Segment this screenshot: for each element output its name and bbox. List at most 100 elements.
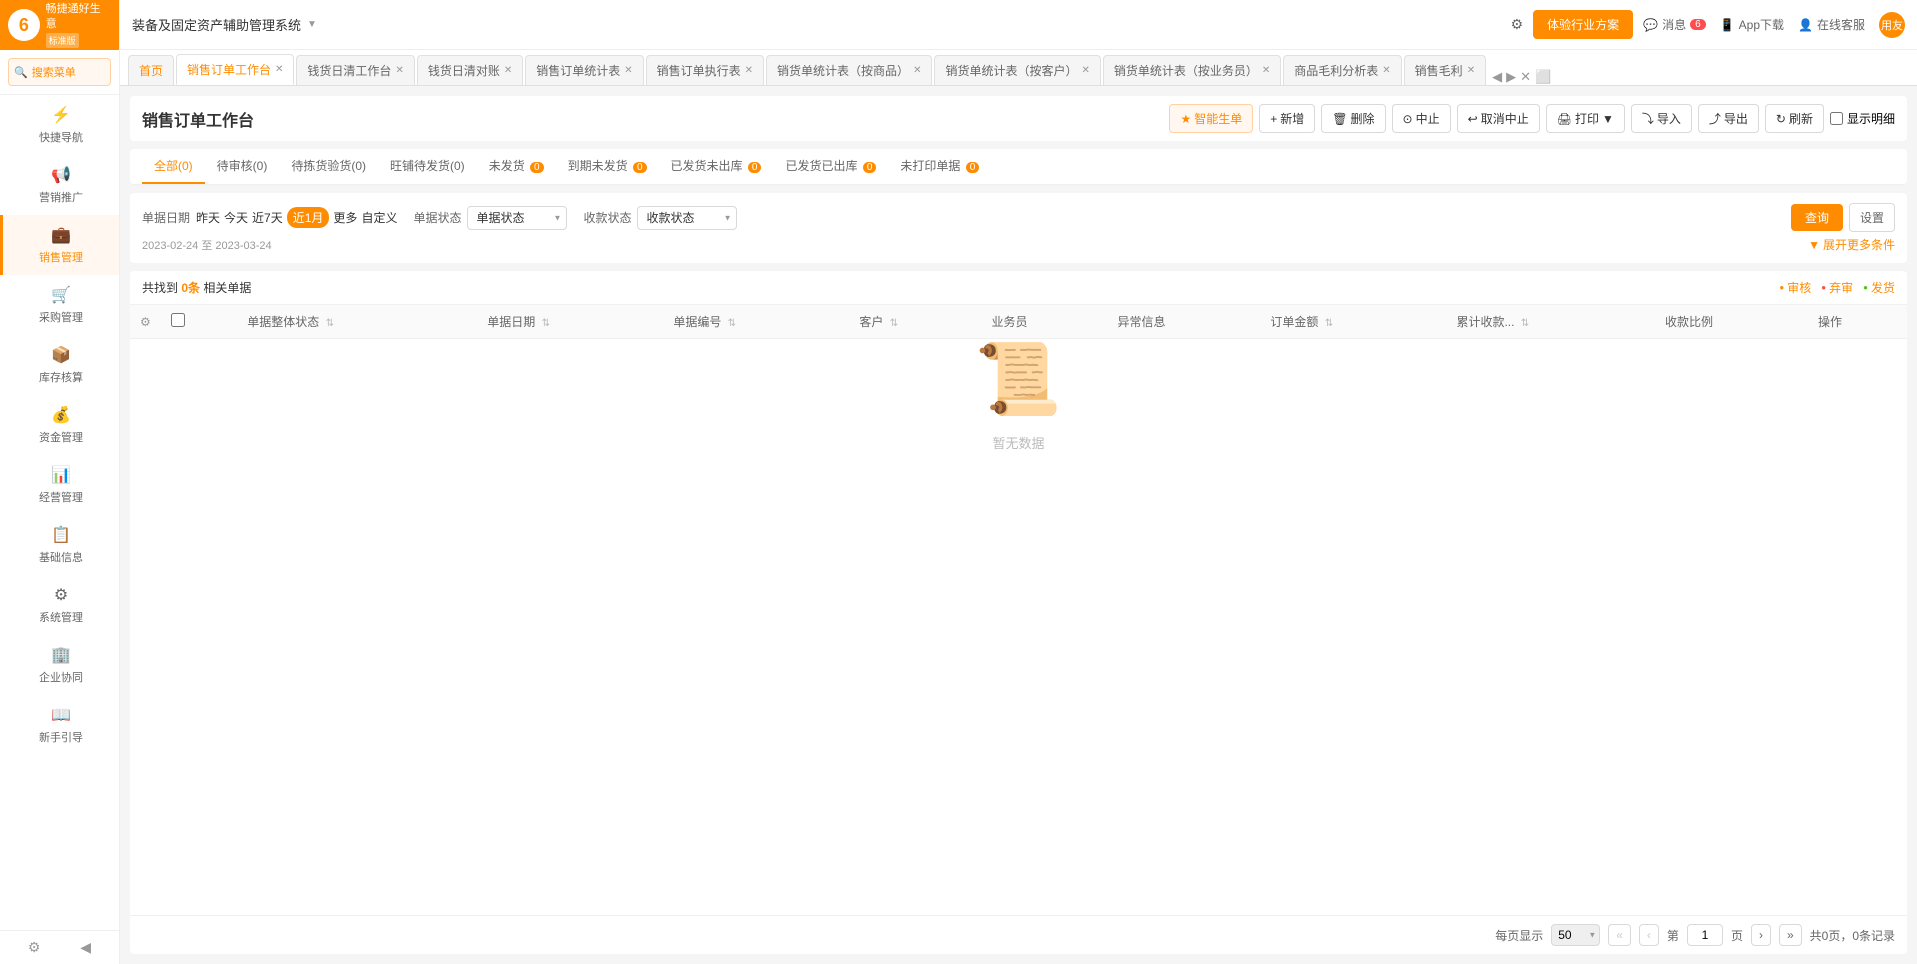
user-button[interactable]: 用友 xyxy=(1879,12,1905,38)
cancel-stop-button[interactable]: ↩ 取消中止 xyxy=(1457,104,1540,133)
message-button[interactable]: 💬 消息 6 xyxy=(1643,16,1706,33)
per-page-select-wrap: 10 20 50 100 xyxy=(1551,924,1600,946)
search-menu-button[interactable]: 🔍 搜索菜单 xyxy=(8,58,111,86)
refresh-button[interactable]: ↻ 刷新 xyxy=(1765,104,1824,133)
tab-maximize-button[interactable]: ⬜ xyxy=(1535,69,1551,85)
ship-action-link[interactable]: 发货 xyxy=(1863,279,1895,296)
smart-gen-button[interactable]: ★ 智能生单 xyxy=(1169,104,1253,133)
delete-button[interactable]: 🗑 删除 xyxy=(1321,104,1385,133)
stop-button[interactable]: ⊙ 中止 xyxy=(1392,104,1451,133)
tab-cash-clear[interactable]: 钱货日清工作台 ✕ xyxy=(296,55,414,85)
online-service-button[interactable]: 👤 在线客服 xyxy=(1798,16,1865,33)
tab-next-button[interactable]: ▶ xyxy=(1506,69,1516,85)
tab-home[interactable]: 首页 xyxy=(128,55,174,85)
tab-sales-exec[interactable]: 销售订单执行表 ✕ xyxy=(646,55,764,85)
tab-close-sales-stats-staff[interactable]: ✕ xyxy=(1262,65,1270,76)
print-button[interactable]: 🖨 打印 ▼ xyxy=(1546,104,1625,133)
sub-tab-pending-inspect[interactable]: 待拣货验货(0) xyxy=(279,149,378,184)
tab-sales-stats[interactable]: 销售订单统计表 ✕ xyxy=(525,55,643,85)
filter-date-yesterday[interactable]: 昨天 xyxy=(196,209,220,226)
show-detail-checkbox[interactable] xyxy=(1830,112,1843,125)
filter-status-select[interactable]: 单据状态 xyxy=(467,206,567,230)
sidebar-item-guide[interactable]: 📖 新手引导 xyxy=(0,695,119,755)
export-button[interactable]: ⤴ 导出 xyxy=(1698,104,1759,133)
sidebar-item-enterprise[interactable]: 🏢 企业协同 xyxy=(0,635,119,695)
status-sort-icon[interactable]: ⇅ xyxy=(326,318,334,329)
tab-close-cash-clear[interactable]: ✕ xyxy=(395,65,403,76)
amount-sort-icon[interactable]: ⇅ xyxy=(1325,318,1333,329)
sidebar-item-purchase[interactable]: 🛒 采购管理 xyxy=(0,275,119,335)
tab-sales-stats-customer[interactable]: 销货单统计表（按客户） ✕ xyxy=(934,55,1100,85)
tab-close-sales-workbench[interactable]: ✕ xyxy=(275,64,283,75)
filter-setting-button[interactable]: 设置 xyxy=(1849,203,1895,232)
page-number-input[interactable] xyxy=(1687,924,1723,946)
sidebar-item-marketing[interactable]: 📢 营销推广 xyxy=(0,155,119,215)
per-page-select[interactable]: 10 20 50 100 xyxy=(1551,924,1600,946)
tab-product-margin[interactable]: 商品毛利分析表 ✕ xyxy=(1283,55,1401,85)
tab-close-sales-revenue[interactable]: ✕ xyxy=(1467,65,1475,76)
sub-tab-shipped-out[interactable]: 已发货已出库 0 xyxy=(773,149,888,184)
enterprise-icon: 🏢 xyxy=(51,645,71,665)
filter-payment-select[interactable]: 收款状态 xyxy=(637,206,737,230)
tab-sales-revenue[interactable]: 销售毛利 ✕ xyxy=(1404,55,1486,85)
sidebar-item-sales[interactable]: 💼 销售管理 xyxy=(0,215,119,275)
add-button[interactable]: + 新增 xyxy=(1259,104,1315,133)
footer-collapse-icon[interactable]: ◀ xyxy=(80,939,91,956)
expand-conditions-button[interactable]: ▼ 展开更多条件 xyxy=(1808,236,1895,253)
next-page-button[interactable]: › xyxy=(1751,924,1771,946)
filter-date-7days[interactable]: 近7天 xyxy=(252,209,283,226)
footer-settings-icon[interactable]: ⚙ xyxy=(28,939,41,956)
select-all-checkbox[interactable] xyxy=(171,313,185,327)
tab-prev-button[interactable]: ◀ xyxy=(1492,69,1502,85)
sidebar-item-finance[interactable]: 💰 资金管理 xyxy=(0,395,119,455)
tab-close-product-margin[interactable]: ✕ xyxy=(1382,65,1390,76)
review-action-link[interactable]: 审核 xyxy=(1779,279,1811,296)
sub-tab-not-printed[interactable]: 未打印单据 0 xyxy=(888,149,991,184)
tab-sales-workbench[interactable]: 销售订单工作台 ✕ xyxy=(176,54,294,85)
sidebar-item-operations[interactable]: 📊 经营管理 xyxy=(0,455,119,515)
sub-tab-expired[interactable]: 到期未发货 0 xyxy=(556,149,659,184)
tab-close-sales-stats[interactable]: ✕ xyxy=(624,65,632,76)
filter-date-1month[interactable]: 近1月 xyxy=(287,207,330,228)
sub-tab-all[interactable]: 全部(0) xyxy=(142,149,205,184)
sub-tab-not-shipped[interactable]: 未发货 0 xyxy=(477,149,556,184)
tab-close-sales-stats-customer[interactable]: ✕ xyxy=(1081,65,1089,76)
solution-button[interactable]: 体验行业方案 xyxy=(1533,10,1633,39)
sub-tab-wangpu[interactable]: 旺铺待发货(0) xyxy=(378,149,477,184)
tab-close-all-button[interactable]: ✕ xyxy=(1520,69,1531,85)
date-sort-icon[interactable]: ⇅ xyxy=(542,318,550,329)
prev-page-button[interactable]: ‹ xyxy=(1639,924,1659,946)
topbar-gear-icon[interactable]: ⚙ xyxy=(1511,16,1524,33)
marketing-icon: 📢 xyxy=(51,165,71,185)
sidebar-item-basic-info[interactable]: 📋 基础信息 xyxy=(0,515,119,575)
customer-sort-icon[interactable]: ⇅ xyxy=(890,318,898,329)
filter-date-more[interactable]: 更多 xyxy=(333,209,357,226)
show-detail-label[interactable]: 显示明细 xyxy=(1830,110,1895,127)
tab-cash-reconcile[interactable]: 钱货日清对账 ✕ xyxy=(417,55,523,85)
sidebar-item-system[interactable]: ⚙ 系统管理 xyxy=(0,575,119,635)
sidebar-item-inventory[interactable]: 📦 库存核算 xyxy=(0,335,119,395)
cancel-review-action-link[interactable]: 弃审 xyxy=(1821,279,1853,296)
tab-close-cash-reconcile[interactable]: ✕ xyxy=(504,65,512,76)
first-page-button[interactable]: « xyxy=(1608,924,1631,946)
sub-tab-shipped-not-out[interactable]: 已发货未出库 0 xyxy=(659,149,774,184)
tab-close-sales-stats-product[interactable]: ✕ xyxy=(913,65,921,76)
app-download-button[interactable]: 📱 App下载 xyxy=(1720,16,1784,33)
table-scroll-container[interactable]: ⚙ 单据整体状态 ⇅ 单据日期 ⇅ xyxy=(130,305,1907,915)
topbar-dropdown-icon[interactable]: ▼ xyxy=(307,19,317,30)
query-button[interactable]: 查询 xyxy=(1791,204,1843,231)
import-button[interactable]: ⤵ 导入 xyxy=(1631,104,1692,133)
number-sort-icon[interactable]: ⇅ xyxy=(728,318,736,329)
sidebar-item-quick-nav[interactable]: ⚡ 快捷导航 xyxy=(0,95,119,155)
last-page-button[interactable]: » xyxy=(1779,924,1802,946)
tab-sales-stats-product[interactable]: 销货单统计表（按商品） ✕ xyxy=(766,55,932,85)
tab-sales-stats-staff[interactable]: 销货单统计表（按业务员） ✕ xyxy=(1103,55,1281,85)
sub-tab-pending-review[interactable]: 待审核(0) xyxy=(205,149,280,184)
filter-date-custom[interactable]: 自定义 xyxy=(361,209,397,226)
tab-close-sales-exec[interactable]: ✕ xyxy=(745,65,753,76)
collected-sort-icon[interactable]: ⇅ xyxy=(1521,318,1529,329)
column-settings-icon[interactable]: ⚙ xyxy=(140,315,151,329)
empty-illustration: 📜 xyxy=(975,339,1062,421)
filter-date-today[interactable]: 今天 xyxy=(224,209,248,226)
star-icon: ★ xyxy=(1180,112,1191,126)
